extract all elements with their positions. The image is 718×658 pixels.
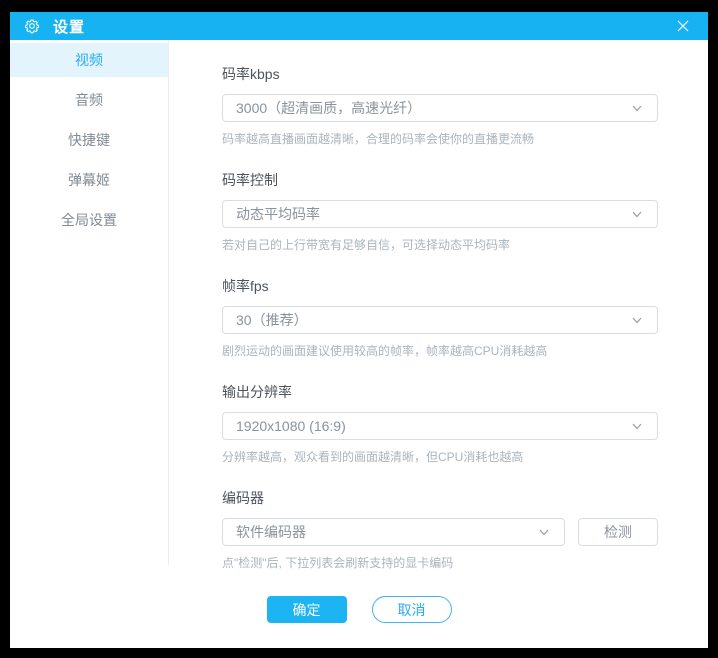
encoder-label: 编码器 bbox=[222, 490, 264, 506]
close-icon bbox=[677, 20, 689, 32]
cancel-button[interactable]: 取消 bbox=[371, 596, 452, 623]
dialog-title: 设置 bbox=[53, 18, 86, 36]
fps-label: 帧率fps bbox=[222, 278, 269, 294]
section-bitrate: 码率kbps 3000（超清画质，高速光纤） 码率越高直播画面越清晰，合理的码率… bbox=[222, 64, 658, 148]
chevron-down-icon bbox=[632, 211, 642, 218]
sidebar-item-video[interactable]: 视频 bbox=[10, 43, 168, 77]
detect-button[interactable]: 检测 bbox=[578, 518, 658, 546]
section-encoder: 编码器 软件编码器 检测 点"检测"后, 下拉列表会刷新支持的显卡编码 bbox=[222, 488, 658, 572]
settings-form: 码率kbps 3000（超清画质，高速光纤） 码率越高直播画面越清晰，合理的码率… bbox=[168, 40, 708, 648]
bitrate-label: 码率kbps bbox=[222, 66, 280, 82]
encoder-select[interactable]: 软件编码器 bbox=[222, 518, 565, 546]
resolution-label: 输出分辨率 bbox=[222, 384, 292, 400]
bitrate-select-value: 3000（超清画质，高速光纤） bbox=[236, 100, 422, 116]
fps-helper-text: 剧烈运动的画面建议使用较高的帧率，帧率越高CPU消耗越高 bbox=[222, 344, 548, 358]
close-button[interactable] bbox=[672, 15, 694, 37]
encoder-select-value: 软件编码器 bbox=[236, 524, 306, 540]
sidebar-item-audio[interactable]: 音频 bbox=[10, 83, 168, 117]
sidebar-item-global-settings[interactable]: 全局设置 bbox=[10, 203, 168, 237]
sidebar-item-hotkeys[interactable]: 快捷键 bbox=[10, 123, 168, 157]
resolution-select[interactable]: 1920x1080 (16:9) bbox=[222, 412, 658, 440]
bitrate-select[interactable]: 3000（超清画质，高速光纤） bbox=[222, 94, 658, 122]
resolution-helper-text: 分辨率越高，观众看到的画面越清晰，但CPU消耗也越高 bbox=[222, 450, 524, 464]
fps-select[interactable]: 30（推荐） bbox=[222, 306, 658, 334]
section-fps: 帧率fps 30（推荐） 剧烈运动的画面建议使用较高的帧率，帧率越高CPU消耗越… bbox=[222, 276, 658, 360]
dialog-body: 视频 音频 快捷键 弹幕姬 全局设置 码率kbps 3000（超清画质，高速光纤… bbox=[10, 40, 708, 648]
bitrate-control-select-value: 动态平均码率 bbox=[236, 206, 320, 222]
bitrate-control-label: 码率控制 bbox=[222, 172, 278, 188]
titlebar: 设置 bbox=[10, 12, 708, 40]
sidebar-divider bbox=[168, 40, 169, 565]
bitrate-control-helper-text: 若对自己的上行带宽有足够自信，可选择动态平均码率 bbox=[222, 238, 511, 252]
confirm-button[interactable]: 确定 bbox=[266, 596, 347, 623]
sidebar: 视频 音频 快捷键 弹幕姬 全局设置 bbox=[10, 40, 168, 648]
chevron-down-icon bbox=[632, 317, 642, 324]
gear-icon bbox=[24, 18, 40, 34]
section-resolution: 输出分辨率 1920x1080 (16:9) 分辨率越高，观众看到的画面越清晰，… bbox=[222, 382, 658, 466]
bitrate-helper-text: 码率越高直播画面越清晰，合理的码率会使你的直播更流畅 bbox=[222, 132, 535, 146]
dialog-footer: 确定 取消 bbox=[10, 596, 708, 623]
bitrate-control-select[interactable]: 动态平均码率 bbox=[222, 200, 658, 228]
chevron-down-icon bbox=[539, 529, 549, 536]
chevron-down-icon bbox=[632, 423, 642, 430]
fps-select-value: 30（推荐） bbox=[236, 312, 308, 328]
chevron-down-icon bbox=[632, 105, 642, 112]
sidebar-item-danmaku[interactable]: 弹幕姬 bbox=[10, 163, 168, 197]
settings-dialog: 设置 视频 音频 快捷键 弹幕姬 全局设置 码率kbps 3000（超清画质，高… bbox=[10, 12, 708, 648]
section-bitrate-control: 码率控制 动态平均码率 若对自己的上行带宽有足够自信，可选择动态平均码率 bbox=[222, 170, 658, 254]
encoder-helper-text: 点"检测"后, 下拉列表会刷新支持的显卡编码 bbox=[222, 556, 454, 570]
resolution-select-value: 1920x1080 (16:9) bbox=[236, 418, 346, 434]
